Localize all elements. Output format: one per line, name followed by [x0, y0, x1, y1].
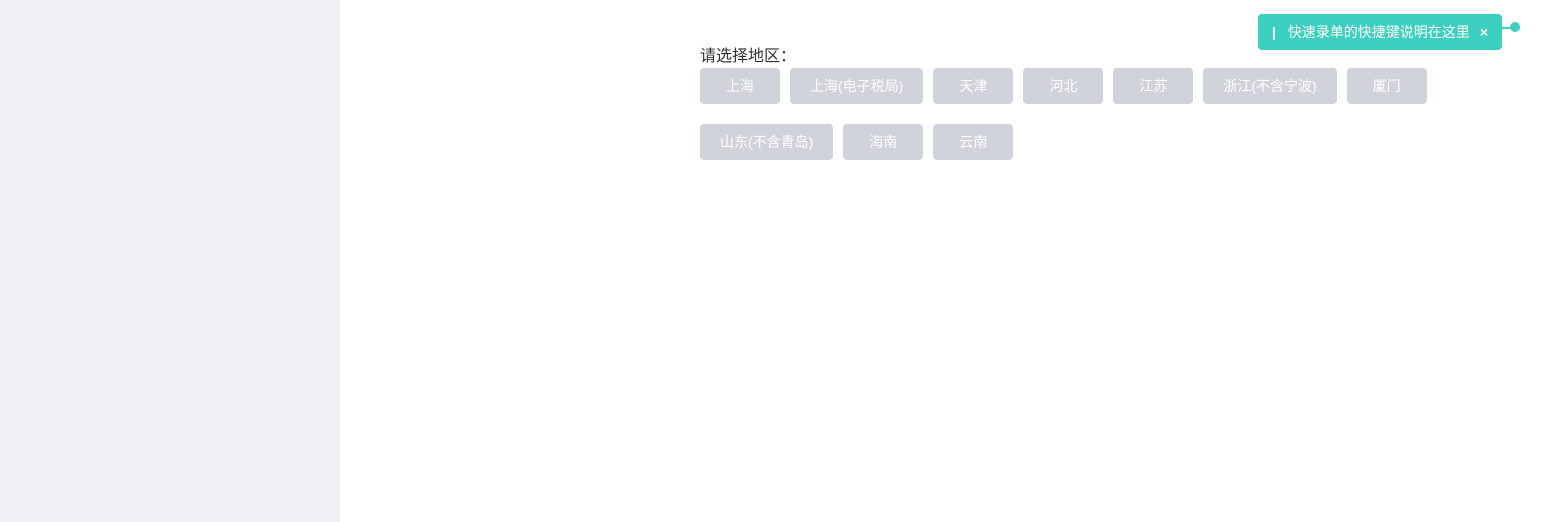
region-row-2: 山东(不含青岛) 海南云南	[700, 124, 1013, 160]
region-button-厦门[interactable]: 厦门	[1347, 68, 1427, 104]
region-button-天津[interactable]: 天津	[933, 68, 1013, 104]
main-content: 快速录单的快捷键说明在这里 × 请选择地区： 上海上海(电子税局) 天津河北江苏浙…	[340, 0, 1562, 522]
region-button-上海[interactable]: 上海	[700, 68, 780, 104]
region-button-上海(电子税局)[interactable]: 上海(电子税局)	[790, 68, 923, 104]
region-button-江苏[interactable]: 江苏	[1113, 68, 1193, 104]
region-button-河北[interactable]: 河北	[1023, 68, 1103, 104]
region-buttons-container: 上海上海(电子税局) 天津河北江苏浙江(不含宁波) 厦门山东(不含青岛) 海南云南	[700, 68, 1562, 160]
tooltip-close-button[interactable]: ×	[1480, 24, 1488, 40]
region-button-浙江(不含宁波)[interactable]: 浙江(不含宁波)	[1203, 68, 1336, 104]
region-button-山东(不含青岛)[interactable]: 山东(不含青岛)	[700, 124, 833, 160]
page-label: 请选择地区：	[700, 42, 796, 66]
sidebar	[0, 0, 340, 522]
region-row-1: 上海上海(电子税局) 天津河北江苏浙江(不含宁波) 厦门	[700, 68, 1427, 104]
region-button-海南[interactable]: 海南	[843, 124, 923, 160]
tooltip-banner[interactable]: 快速录单的快捷键说明在这里 ×	[1258, 14, 1502, 50]
region-button-云南[interactable]: 云南	[933, 124, 1013, 160]
tooltip-text: 快速录单的快捷键说明在这里	[1288, 22, 1470, 42]
tooltip-dot	[1510, 22, 1520, 32]
